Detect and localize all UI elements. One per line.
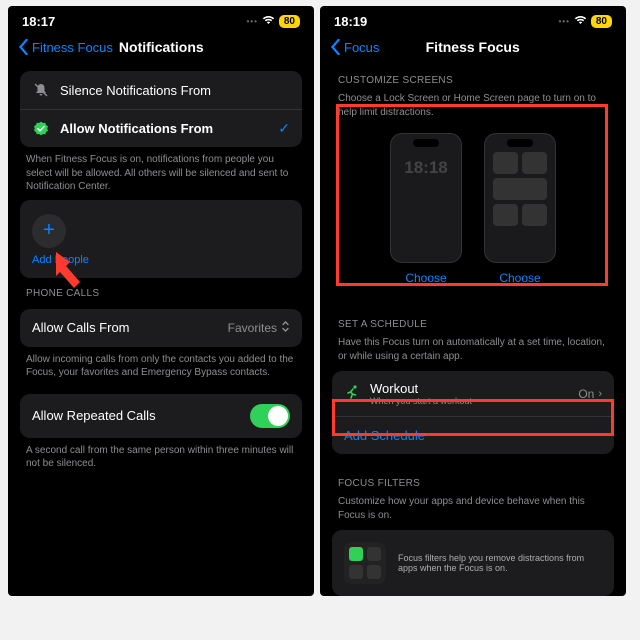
preview-time: 18:18	[391, 158, 461, 178]
repeated-calls-label: Allow Repeated Calls	[32, 408, 250, 423]
lock-screen-preview[interactable]: 18:18 Choose	[390, 133, 462, 285]
silence-label: Silence Notifications From	[60, 83, 290, 98]
allow-calls-desc: Allow incoming calls from only the conta…	[8, 347, 314, 380]
screenshot-notifications: 18:17 ••• 80 Fitness Focus Notifications	[8, 6, 314, 596]
cellular-icon: •••	[558, 17, 569, 26]
add-people-label: Add People	[32, 254, 290, 266]
checkmark-seal-icon	[32, 121, 50, 137]
page-title: Fitness Focus	[329, 39, 616, 55]
page-title: Notifications	[119, 39, 204, 55]
phone-calls-header: PHONE CALLS	[8, 278, 314, 303]
allow-label: Allow Notifications From	[60, 121, 278, 136]
nav-header: Focus Fitness Focus	[320, 33, 626, 65]
screenshot-fitness-focus: 18:19 ••• 80 Focus Fitness Focus CUSTOMI…	[320, 6, 626, 596]
status-time: 18:19	[334, 14, 367, 29]
filters-header: FOCUS FILTERS	[320, 468, 626, 493]
allow-calls-label: Allow Calls From	[32, 320, 228, 335]
status-time: 18:17	[22, 14, 55, 29]
customize-header: CUSTOMIZE SCREENS	[320, 65, 626, 90]
customize-desc: Choose a Lock Screen or Home Screen page…	[320, 90, 626, 119]
repeated-calls-row[interactable]: Allow Repeated Calls	[20, 394, 302, 438]
focus-filters-row[interactable]: Focus filters help you remove distractio…	[332, 530, 614, 596]
allow-from-row[interactable]: Allow Notifications From ✓	[20, 109, 302, 147]
workout-sub: When you start a workout	[370, 396, 578, 406]
add-schedule-label: Add Schedule	[344, 428, 425, 443]
allow-calls-value: Favorites	[228, 321, 277, 335]
chevron-right-icon: ›	[598, 388, 602, 400]
checkmark-icon: ✓	[278, 120, 290, 137]
workout-label: Workout	[370, 381, 578, 396]
status-bar: 18:19 ••• 80	[320, 6, 626, 33]
repeated-calls-desc: A second call from the same person withi…	[8, 438, 314, 471]
filters-desc: Customize how your apps and device behav…	[320, 493, 626, 522]
bell-slash-icon	[32, 82, 50, 98]
status-bar: 18:17 ••• 80	[8, 6, 314, 33]
updown-chevron-icon	[281, 320, 290, 336]
wifi-icon	[262, 15, 275, 28]
notification-mode-card: Silence Notifications From Allow Notific…	[20, 71, 302, 147]
add-people-button[interactable]: +	[32, 214, 66, 248]
cellular-icon: •••	[246, 17, 257, 26]
choose-lock-button[interactable]: Choose	[405, 271, 446, 285]
choose-home-button[interactable]: Choose	[499, 271, 540, 285]
schedule-header: SET A SCHEDULE	[320, 309, 626, 334]
chevron-left-icon	[18, 39, 29, 55]
battery-badge: 80	[591, 15, 612, 28]
silence-from-row[interactable]: Silence Notifications From	[20, 71, 302, 109]
workout-row[interactable]: Workout When you start a workout On ›	[332, 371, 614, 416]
nav-header: Fitness Focus Notifications	[8, 33, 314, 65]
screen-previews: 18:18 Choose Choose	[320, 119, 626, 295]
workout-state: On	[578, 387, 594, 401]
add-schedule-row[interactable]: Add Schedule	[332, 416, 614, 454]
back-button[interactable]: Fitness Focus	[18, 39, 113, 55]
home-screen-preview[interactable]: Choose	[484, 133, 556, 285]
filters-grid-icon	[344, 542, 386, 584]
allow-description: When Fitness Focus is on, notifications …	[8, 147, 314, 194]
schedule-desc: Have this Focus turn on automatically at…	[320, 334, 626, 363]
allow-calls-row[interactable]: Allow Calls From Favorites	[20, 309, 302, 347]
filters-blurb: Focus filters help you remove distractio…	[398, 553, 602, 573]
battery-badge: 80	[279, 15, 300, 28]
running-icon	[344, 384, 360, 403]
repeated-calls-toggle[interactable]	[250, 404, 290, 428]
back-label: Fitness Focus	[32, 40, 113, 55]
wifi-icon	[574, 15, 587, 28]
add-people-card: + Add People	[20, 200, 302, 278]
